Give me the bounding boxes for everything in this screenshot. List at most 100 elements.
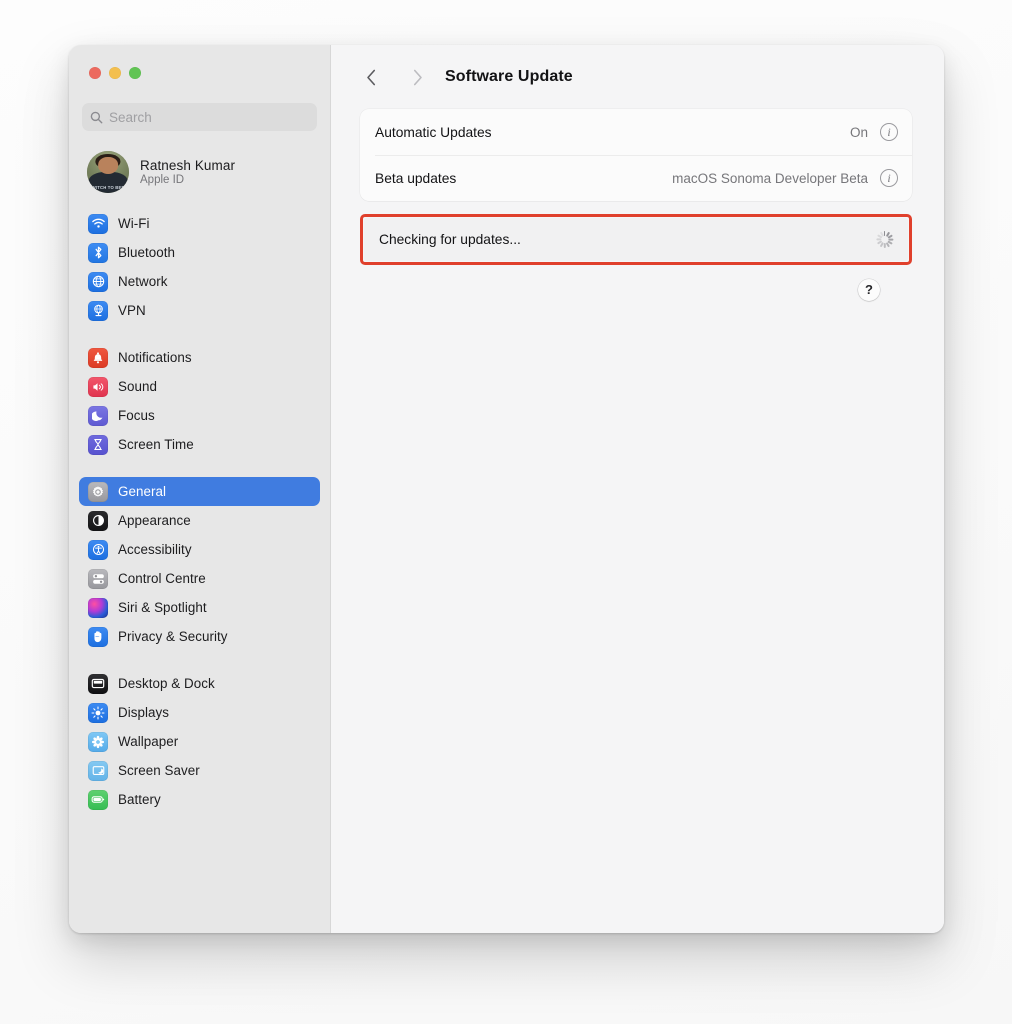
control-centre-icon (88, 568, 108, 589)
chevron-left-icon (366, 69, 377, 86)
gear-icon (88, 481, 108, 502)
sidebar-group-system: Notifications Sound Focus Screen Time (79, 343, 320, 459)
brightness-icon (88, 702, 108, 723)
back-button[interactable] (356, 62, 386, 92)
globe-icon (88, 271, 108, 292)
avatar: SWITCH TO BEEF (87, 151, 129, 193)
wifi-icon (88, 213, 108, 234)
sidebar-item-displays[interactable]: Displays (79, 698, 320, 727)
help-icon[interactable]: ? (858, 279, 880, 301)
sidebar-item-label: Wallpaper (118, 734, 179, 749)
window-controls (69, 45, 330, 89)
sidebar-item-label: Control Centre (118, 571, 206, 586)
system-settings-window: SWITCH TO BEEF Ratnesh Kumar Apple ID (69, 45, 944, 933)
settings-panel: Automatic Updates On i Beta updates macO… (331, 109, 944, 301)
account-name: Ratnesh Kumar (140, 158, 236, 173)
sidebar-item-appearance[interactable]: Appearance (79, 506, 320, 535)
sidebar-item-network[interactable]: Network (79, 267, 320, 296)
accessibility-icon (88, 539, 108, 560)
minimize-button[interactable] (109, 67, 121, 79)
sidebar-item-control-centre[interactable]: Control Centre (79, 564, 320, 593)
sidebar-group-network: Wi-Fi Bluetooth Network VPN (79, 209, 320, 325)
sidebar-item-label: Wi-Fi (118, 216, 150, 231)
desktop-background: SWITCH TO BEEF Ratnesh Kumar Apple ID (0, 0, 1012, 1024)
sidebar-item-bluetooth[interactable]: Bluetooth (79, 238, 320, 267)
row-beta-updates[interactable]: Beta updates macOS Sonoma Developer Beta… (360, 155, 912, 201)
sidebar-item-label: Screen Time (118, 437, 194, 452)
sidebar-item-label: Privacy & Security (118, 629, 228, 644)
search-field[interactable] (82, 103, 317, 131)
sidebar-item-notifications[interactable]: Notifications (79, 343, 320, 372)
account-subtitle: Apple ID (140, 174, 185, 186)
bell-icon (88, 347, 108, 368)
maximize-button[interactable] (129, 67, 141, 79)
bluetooth-icon (88, 242, 108, 263)
sidebar-item-battery[interactable]: Battery (79, 785, 320, 814)
sidebar-item-label: Screen Saver (118, 763, 200, 778)
settings-card: Automatic Updates On i Beta updates macO… (360, 109, 912, 201)
sidebar-item-wi-fi[interactable]: Wi-Fi (79, 209, 320, 238)
moon-icon (88, 405, 108, 426)
sidebar-group-general: General Appearance Accessibility Control… (79, 477, 320, 651)
sidebar-item-screen-saver[interactable]: Screen Saver (79, 756, 320, 785)
help-row: ? (360, 279, 912, 301)
sidebar-item-label: Focus (118, 408, 155, 423)
sidebar-item-label: Desktop & Dock (118, 676, 215, 691)
hourglass-icon (88, 434, 108, 455)
appearance-icon (88, 510, 108, 531)
sidebar-item-label: Accessibility (118, 542, 192, 557)
info-icon[interactable]: i (880, 169, 898, 187)
vpn-icon (88, 300, 108, 321)
sidebar-group-desktop: Desktop & Dock Displays Wallpaper Screen… (79, 669, 320, 814)
update-status-card: Checking for updates... (364, 218, 908, 261)
search-input[interactable] (109, 103, 309, 131)
sidebar-item-label: Bluetooth (118, 245, 176, 260)
sidebar-item-siri-spotlight[interactable]: Siri & Spotlight (79, 593, 320, 622)
sidebar-item-label: Battery (118, 792, 161, 807)
sidebar-item-label: Displays (118, 705, 170, 720)
forward-button[interactable] (402, 62, 432, 92)
update-status-text: Checking for updates... (379, 232, 521, 247)
sidebar-item-privacy-security[interactable]: Privacy & Security (79, 622, 320, 651)
hand-icon (88, 626, 108, 647)
speaker-icon (88, 376, 108, 397)
avatar-shirt-text: SWITCH TO BEEF (88, 184, 128, 190)
sidebar-item-label: Network (118, 274, 168, 289)
sidebar-item-label: Sound (118, 379, 157, 394)
wallpaper-icon (88, 731, 108, 752)
info-icon[interactable]: i (880, 123, 898, 141)
sidebar-item-focus[interactable]: Focus (79, 401, 320, 430)
sidebar-item-wallpaper[interactable]: Wallpaper (79, 727, 320, 756)
desktop-dock-icon (88, 673, 108, 694)
sidebar: SWITCH TO BEEF Ratnesh Kumar Apple ID (69, 45, 331, 933)
screensaver-icon (88, 760, 108, 781)
sidebar-item-label: Siri & Spotlight (118, 600, 207, 615)
sidebar-item-general[interactable]: General (79, 477, 320, 506)
loading-spinner-icon (875, 231, 893, 248)
row-label: Beta updates (375, 170, 457, 186)
close-button[interactable] (89, 67, 101, 79)
sidebar-item-desktop-dock[interactable]: Desktop & Dock (79, 669, 320, 698)
search-icon (90, 111, 103, 124)
account-row[interactable]: SWITCH TO BEEF Ratnesh Kumar Apple ID (79, 145, 320, 199)
toolbar: Software Update (331, 45, 944, 109)
sidebar-item-vpn[interactable]: VPN (79, 296, 320, 325)
sidebar-item-label: VPN (118, 303, 146, 318)
row-automatic-updates[interactable]: Automatic Updates On i (360, 109, 912, 155)
siri-icon (88, 597, 108, 618)
sidebar-item-screen-time[interactable]: Screen Time (79, 430, 320, 459)
content-area: Software Update Automatic Updates On i B… (331, 45, 944, 933)
page-title: Software Update (445, 68, 573, 85)
sidebar-item-sound[interactable]: Sound (79, 372, 320, 401)
row-value: On (849, 124, 868, 140)
help-label: ? (865, 282, 873, 297)
sidebar-item-label: Notifications (118, 350, 192, 365)
sidebar-item-label: General (118, 484, 166, 499)
sidebar-item-accessibility[interactable]: Accessibility (79, 535, 320, 564)
chevron-right-icon (412, 69, 423, 86)
battery-icon (88, 789, 108, 810)
row-value: macOS Sonoma Developer Beta (672, 170, 868, 186)
row-label: Automatic Updates (375, 124, 492, 140)
sidebar-item-label: Appearance (118, 513, 191, 528)
update-status-highlight: Checking for updates... (360, 214, 912, 265)
